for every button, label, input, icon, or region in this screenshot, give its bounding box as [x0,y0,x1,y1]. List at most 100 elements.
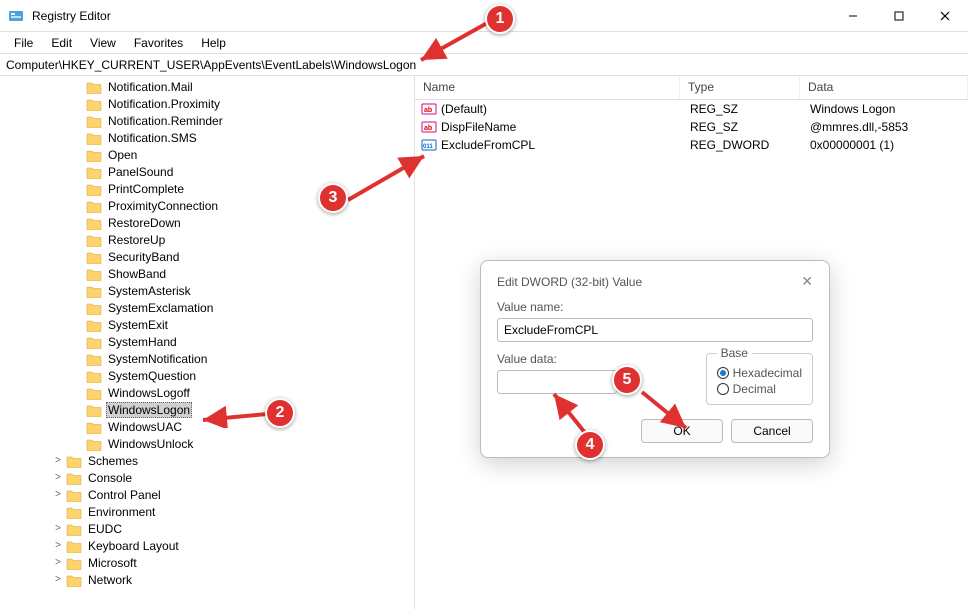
radio-hex[interactable]: Hexadecimal [717,366,802,380]
tree-item[interactable]: SystemHand [0,333,414,350]
tree-item[interactable]: RestoreUp [0,231,414,248]
folder-icon [66,488,82,502]
tree-item[interactable]: ShowBand [0,265,414,282]
tree-item-label: WindowsUnlock [106,437,195,451]
tree-item-label: WindowsLogon [106,402,192,418]
tree-item[interactable]: > Console [0,469,414,486]
chevron-icon: > [52,472,64,483]
folder-icon [86,165,102,179]
menu-edit[interactable]: Edit [43,34,80,52]
chevron-icon: > [52,489,64,500]
tree-item[interactable]: >Microsoft [0,554,414,571]
menu-favorites[interactable]: Favorites [126,34,191,52]
list-rows: ab(Default)REG_SZWindows LogonabDispFile… [415,100,968,154]
col-header-name[interactable]: Name [415,76,680,99]
folder-icon [86,80,102,94]
radio-dec-icon [717,383,729,395]
tree-item[interactable]: Notification.Proximity [0,95,414,112]
tree-item[interactable]: > Control Panel [0,486,414,503]
base-fieldset: Base Hexadecimal Decimal [706,346,813,405]
tree-item-label: Notification.SMS [106,131,199,145]
tree-item[interactable]: SecurityBand [0,248,414,265]
tree-item-label: SystemExit [106,318,170,332]
folder-icon [86,97,102,111]
tree-item[interactable]: Notification.SMS [0,129,414,146]
list-row[interactable]: 011ExcludeFromCPLREG_DWORD0x00000001 (1) [415,136,968,154]
dialog-close-icon[interactable]: ✕ [801,273,813,290]
list-row[interactable]: abDispFileNameREG_SZ@mmres.dll,-5853 [415,118,968,136]
value-type: REG_SZ [682,120,802,134]
tree-item[interactable]: SystemQuestion [0,367,414,384]
annotation-1: 1 [485,4,515,34]
tree-item-label: SystemExclamation [106,301,215,315]
value-icon: ab [421,119,437,135]
base-legend: Base [717,346,752,360]
folder-icon [86,335,102,349]
value-type: REG_DWORD [682,138,802,152]
annotation-3: 3 [318,183,348,213]
arrow-1 [415,18,495,68]
value-icon: ab [421,101,437,117]
list-row[interactable]: ab(Default)REG_SZWindows Logon [415,100,968,118]
tree-item[interactable]: > Keyboard Layout [0,537,414,554]
tree-item[interactable]: RestoreDown [0,214,414,231]
folder-icon [86,216,102,230]
list-header: Name Type Data [415,76,968,100]
folder-icon [86,114,102,128]
tree-item-label: Open [106,148,139,162]
tree-item[interactable]: SystemNotification [0,350,414,367]
cancel-button[interactable]: Cancel [731,419,813,443]
tree-item-label: Keyboard Layout [86,539,181,553]
tree-item[interactable]: >Network [0,571,414,588]
tree-item-label: SystemHand [106,335,179,349]
annotation-2: 2 [265,398,295,428]
folder-icon [66,505,82,519]
value-name: (Default) [441,102,487,116]
svg-text:ab: ab [424,107,432,114]
radio-hex-icon [717,367,729,379]
menu-view[interactable]: View [82,34,124,52]
value-type: REG_SZ [682,102,802,116]
folder-icon [86,199,102,213]
tree-item-label: Control Panel [86,488,163,502]
tree-item-label: Notification.Mail [106,80,195,94]
svg-text:ab: ab [424,125,432,132]
tree-item[interactable]: Notification.Mail [0,78,414,95]
menu-file[interactable]: File [6,34,41,52]
tree-item[interactable]: SystemExclamation [0,299,414,316]
tree-item[interactable]: WindowsLogoff [0,384,414,401]
tree-item-label: WindowsLogoff [106,386,192,400]
tree-item[interactable]: SystemAsterisk [0,282,414,299]
folder-icon [66,471,82,485]
value-name: DispFileName [441,120,516,134]
tree-item[interactable]: >Schemes [0,452,414,469]
arrow-5 [638,388,698,438]
tree-item-label: ProximityConnection [106,199,220,213]
folder-icon [86,131,102,145]
minimize-button[interactable] [830,0,876,32]
tree-item-label: RestoreDown [106,216,183,230]
window-controls [830,0,968,31]
radio-dec[interactable]: Decimal [717,382,802,396]
value-data-label: Value data: [497,352,686,366]
tree-item[interactable]: WindowsUnlock [0,435,414,452]
tree-item[interactable]: SystemExit [0,316,414,333]
value-name-input[interactable] [497,318,813,342]
tree-item[interactable]: >EUDC [0,520,414,537]
value-data: 0x00000001 (1) [802,138,968,152]
tree-item-label: Microsoft [86,556,139,570]
maximize-button[interactable] [876,0,922,32]
folder-icon [86,148,102,162]
menu-help[interactable]: Help [193,34,234,52]
close-button[interactable] [922,0,968,32]
chevron-icon: > [52,540,64,551]
tree-item[interactable]: Environment [0,503,414,520]
tree-item-label: PrintComplete [106,182,186,196]
radio-hex-label: Hexadecimal [733,366,802,380]
tree-item[interactable]: Notification.Reminder [0,112,414,129]
col-header-data[interactable]: Data [800,76,968,99]
tree-item-label: Console [86,471,134,485]
col-header-type[interactable]: Type [680,76,800,99]
arrow-2 [195,404,273,428]
tree-item-label: Notification.Proximity [106,97,222,111]
